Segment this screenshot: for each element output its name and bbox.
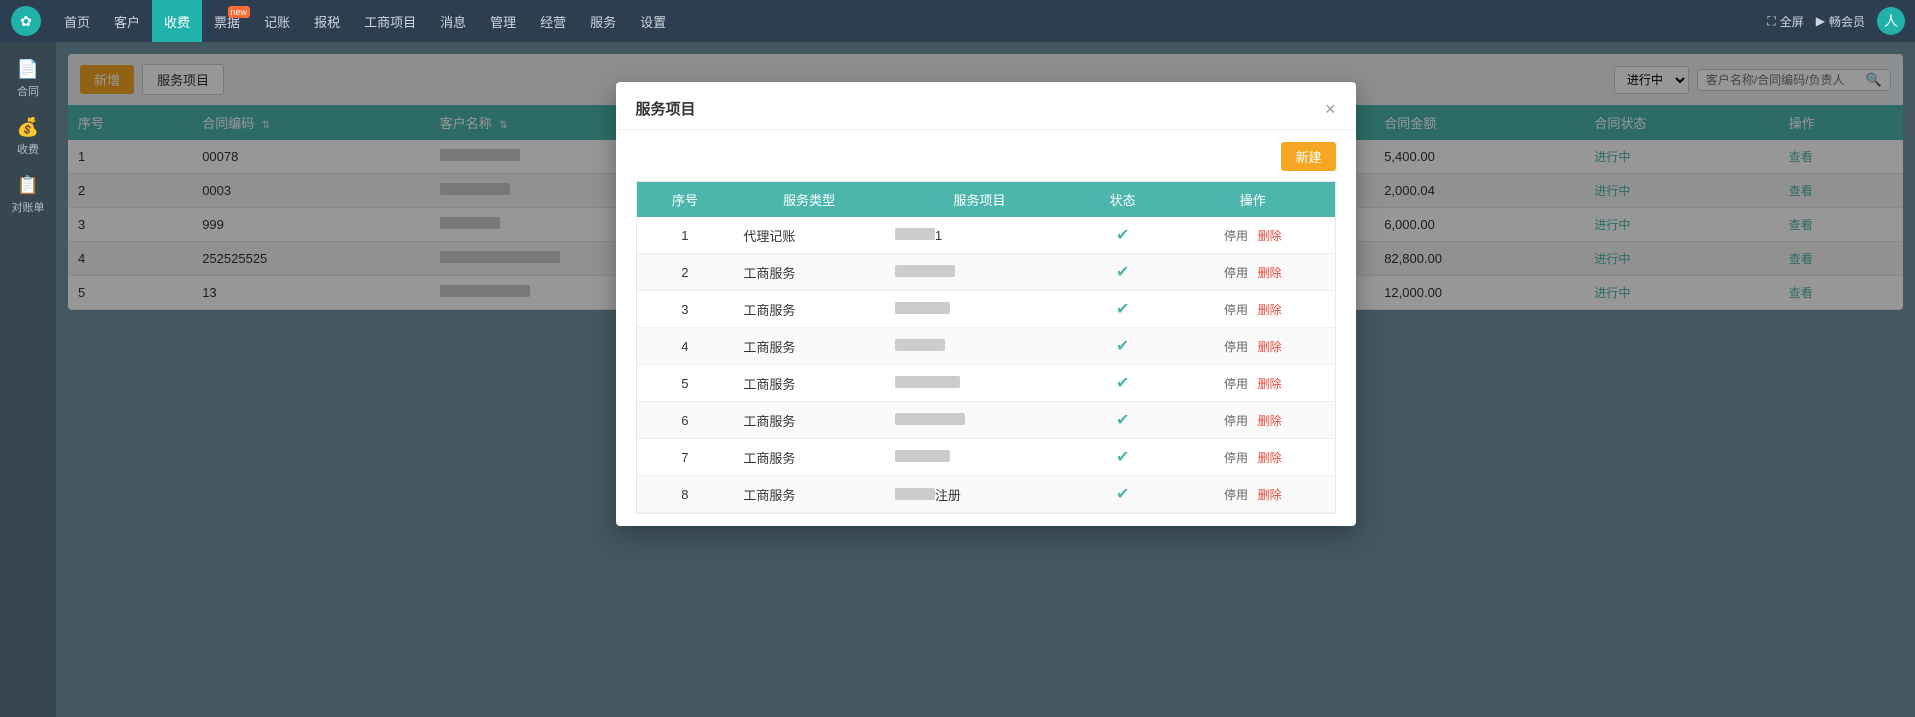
nav-tax[interactable]: 报税	[302, 0, 352, 42]
avatar[interactable]: 人	[1877, 7, 1905, 35]
stop-button[interactable]: 停用	[1224, 414, 1248, 428]
service-items-table: 序号 服务类型 服务项目 状态 操作 1 代理记账	[637, 182, 1335, 513]
nav-service[interactable]: 服务	[578, 0, 628, 42]
list-item: 5 工商服务 ✔ 停用 删除	[637, 365, 1335, 402]
delete-button[interactable]: 删除	[1258, 229, 1282, 243]
modal-col-seq: 序号	[637, 182, 734, 217]
list-item: 8 工商服务 注册 ✔ 停用 删除	[637, 476, 1335, 513]
blurred-item	[895, 339, 945, 351]
status-check-icon: ✔	[1116, 301, 1129, 318]
top-nav: ✿ 首页 客户 收费 票据 new 记账 报税 工商项目 消息 管理 经营 服务…	[0, 0, 1915, 42]
list-item: 6 工商服务 ✔ 停用 删除	[637, 402, 1335, 439]
svg-text:✿: ✿	[20, 13, 32, 29]
stop-button[interactable]: 停用	[1224, 488, 1248, 502]
blurred-item	[895, 302, 950, 314]
nav-settings[interactable]: 设置	[628, 0, 678, 42]
delete-button[interactable]: 删除	[1258, 266, 1282, 280]
delete-button[interactable]: 删除	[1258, 377, 1282, 391]
delete-button[interactable]: 删除	[1258, 303, 1282, 317]
modal-title: 服务项目	[636, 98, 696, 119]
stop-button[interactable]: 停用	[1224, 340, 1248, 354]
fee-icon: 💰	[17, 117, 39, 138]
modal-body: 新建 序号 服务类型 服务项目 状态 操作	[616, 130, 1356, 526]
delete-button[interactable]: 删除	[1258, 414, 1282, 428]
modal-col-action: 操作	[1171, 182, 1334, 217]
sidebar-item-contract[interactable]: 📄 合同	[3, 52, 53, 106]
modal-toolbar: 新建	[636, 142, 1336, 171]
modal-new-button[interactable]: 新建	[1281, 142, 1335, 171]
status-check-icon: ✔	[1116, 375, 1129, 392]
statement-icon: 📋	[17, 175, 39, 196]
stop-button[interactable]: 停用	[1224, 451, 1248, 465]
list-item: 7 工商服务 ✔ 停用 删除	[637, 439, 1335, 476]
member-button[interactable]: ▶ 畅会员	[1816, 13, 1865, 30]
sidebar-item-fee[interactable]: 💰 收费	[3, 110, 53, 164]
stop-button[interactable]: 停用	[1224, 303, 1248, 317]
nav-home[interactable]: 首页	[52, 0, 102, 42]
fullscreen-icon: ⛶	[1767, 14, 1775, 29]
nav-right: ⛶ 全屏 ▶ 畅会员 人	[1767, 7, 1905, 35]
sidebar-item-statement[interactable]: 📋 对账单	[3, 168, 53, 222]
nav-invoice[interactable]: 票据 new	[202, 0, 252, 42]
nav-message[interactable]: 消息	[428, 0, 478, 42]
blurred-item	[895, 450, 950, 462]
nav-bookkeeping[interactable]: 记账	[252, 0, 302, 42]
blurred-item	[895, 228, 935, 240]
modal-header: 服务项目 ×	[616, 82, 1356, 130]
blurred-item	[895, 488, 935, 500]
status-check-icon: ✔	[1116, 486, 1129, 503]
modal-col-item: 服务项目	[885, 182, 1074, 217]
modal-col-type: 服务类型	[733, 182, 885, 217]
nav-manage[interactable]: 管理	[478, 0, 528, 42]
status-check-icon: ✔	[1116, 449, 1129, 466]
list-item: 4 工商服务 ✔ 停用 删除	[637, 328, 1335, 365]
content-area: 新增 服务项目 进行中 已完成 全部 🔍 序号 合同编码	[56, 42, 1915, 717]
status-check-icon: ✔	[1116, 264, 1129, 281]
service-modal: 服务项目 × 新建 序号 服务类型 服务项目	[616, 82, 1356, 526]
app-logo[interactable]: ✿	[10, 5, 42, 37]
main-layout: 📄 合同 💰 收费 📋 对账单 新增 服务项目 进行中 已完成 全部	[0, 42, 1915, 717]
fullscreen-button[interactable]: ⛶ 全屏	[1767, 13, 1803, 30]
blurred-item	[895, 413, 965, 425]
stop-button[interactable]: 停用	[1224, 266, 1248, 280]
status-check-icon: ✔	[1116, 412, 1129, 429]
nav-fee[interactable]: 收费	[152, 0, 202, 42]
stop-button[interactable]: 停用	[1224, 377, 1248, 391]
sidebar: 📄 合同 💰 收费 📋 对账单	[0, 42, 56, 717]
delete-button[interactable]: 删除	[1258, 340, 1282, 354]
modal-table-container[interactable]: 序号 服务类型 服务项目 状态 操作 1 代理记账	[636, 181, 1336, 514]
play-icon: ▶	[1816, 14, 1825, 28]
nav-invoice-badge: new	[228, 6, 251, 18]
delete-button[interactable]: 删除	[1258, 451, 1282, 465]
list-item: 2 工商服务 ✔ 停用 删除	[637, 254, 1335, 291]
contract-icon: 📄	[17, 59, 39, 80]
nav-client[interactable]: 客户	[102, 0, 152, 42]
nav-operation[interactable]: 经营	[528, 0, 578, 42]
modal-overlay: 服务项目 × 新建 序号 服务类型 服务项目	[56, 42, 1915, 717]
blurred-item	[895, 376, 960, 388]
blurred-item	[895, 265, 955, 277]
list-item: 3 工商服务 ✔ 停用 删除	[637, 291, 1335, 328]
stop-button[interactable]: 停用	[1224, 229, 1248, 243]
nav-items: 首页 客户 收费 票据 new 记账 报税 工商项目 消息 管理 经营 服务 设…	[52, 0, 1767, 42]
avatar-icon: 人	[1884, 11, 1898, 31]
modal-col-status: 状态	[1074, 182, 1171, 217]
nav-business[interactable]: 工商项目	[352, 0, 428, 42]
delete-button[interactable]: 删除	[1258, 488, 1282, 502]
status-check-icon: ✔	[1116, 227, 1129, 244]
status-check-icon: ✔	[1116, 338, 1129, 355]
list-item: 1 代理记账 1 ✔ 停用 删除	[637, 217, 1335, 254]
modal-close-button[interactable]: ×	[1325, 100, 1336, 118]
